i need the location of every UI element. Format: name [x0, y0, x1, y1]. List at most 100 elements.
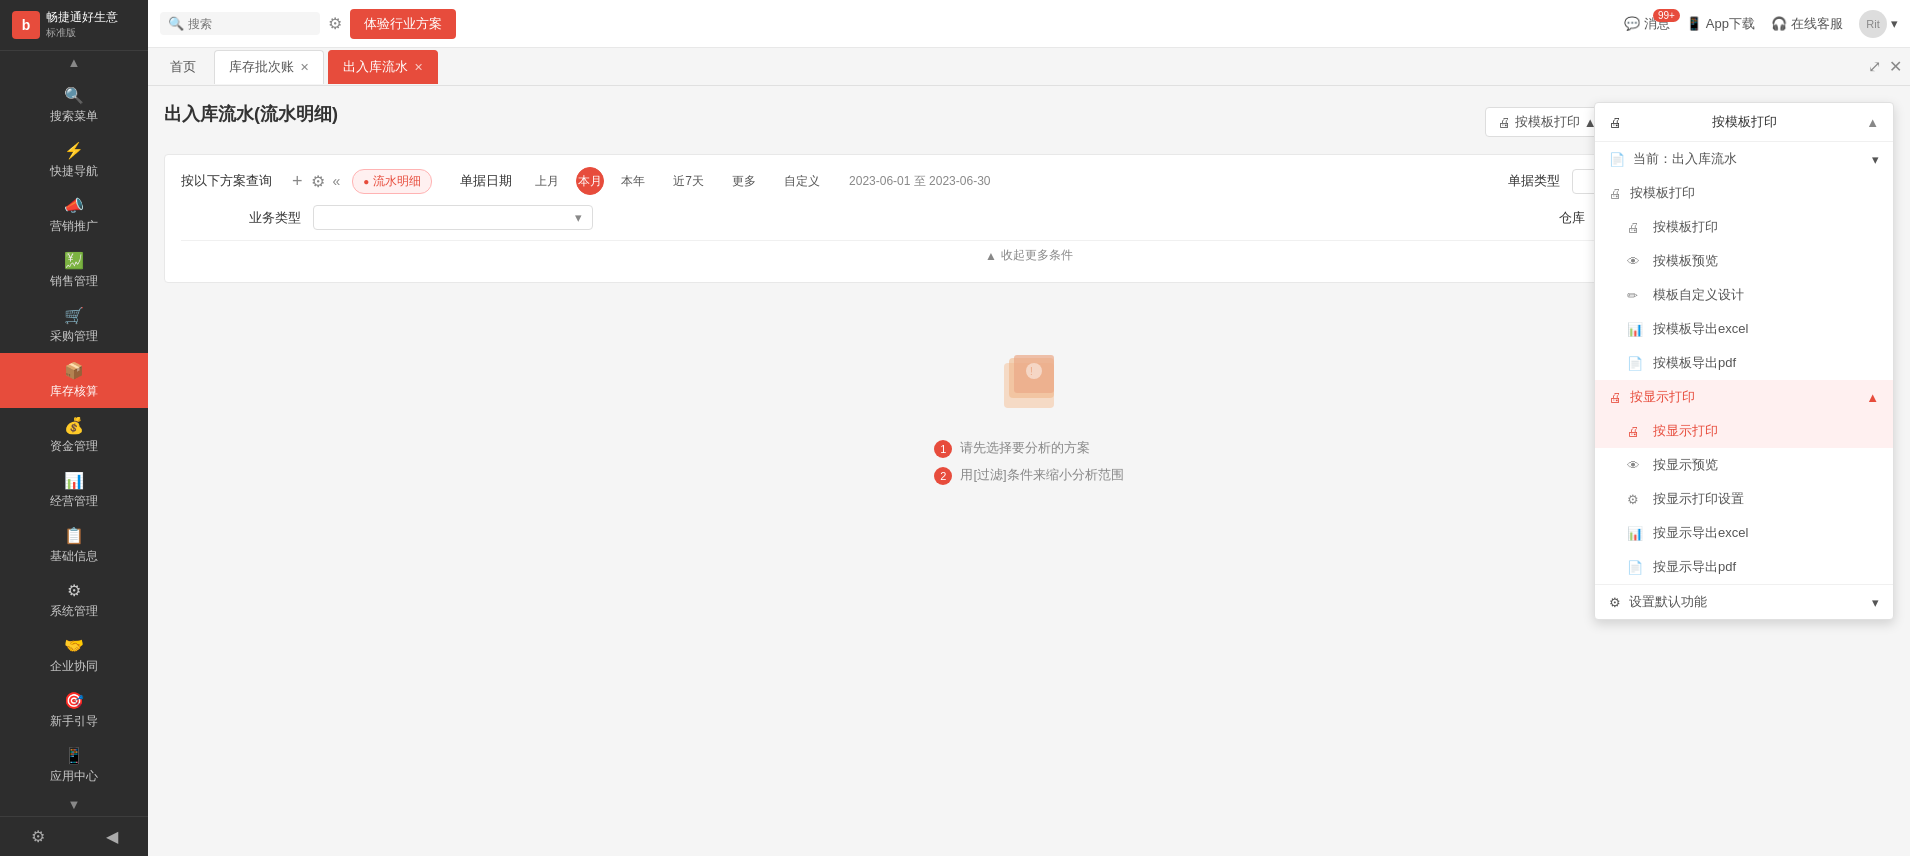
close-all-icon[interactable]: ✕: [1889, 57, 1902, 76]
search-input[interactable]: [188, 17, 312, 31]
template-section: 🖨 按模板打印 🖨 按模板打印 👁 按模板预览 ✏ 模板自定义设计: [1595, 176, 1893, 380]
template-export-excel-item[interactable]: 📊 按模板导出excel: [1595, 312, 1893, 346]
sidebar-item-label: 快捷导航: [50, 163, 98, 180]
print-icon: 🖨: [1627, 220, 1643, 235]
search-box[interactable]: 🔍: [160, 12, 320, 35]
app-download-button[interactable]: 📱 App下载: [1686, 15, 1755, 33]
template-icon: 📄: [1609, 152, 1625, 167]
display-section-header[interactable]: 🖨 按显示打印 ▲: [1595, 380, 1893, 414]
template-export-pdf-label: 按模板导出pdf: [1653, 354, 1736, 372]
sidebar-item-basic[interactable]: 📋 基础信息: [0, 518, 148, 573]
operations-icon: 📊: [64, 471, 84, 490]
finance-icon: 💰: [64, 416, 84, 435]
sidebar-item-guide[interactable]: 🎯 新手引导: [0, 683, 148, 738]
chevron-up-icon[interactable]: ▲: [1866, 115, 1879, 130]
chevron-down-icon: ▾: [1872, 595, 1879, 610]
print-template-button[interactable]: 🖨 按模板打印 ▲: [1485, 107, 1610, 137]
date-tag-more[interactable]: 更多: [721, 169, 767, 194]
pdf-icon: 📄: [1627, 560, 1643, 575]
tab-home[interactable]: 首页: [156, 50, 210, 84]
tab-flow[interactable]: 出入库流水 ✕: [328, 50, 438, 84]
date-tag-this-year[interactable]: 本年: [610, 169, 656, 194]
app-logo: b 畅捷通好生意 标准版: [0, 0, 148, 51]
topbar: 🔍 ⚙ 体验行业方案 💬 消息 99+ 📱 App下载 🎧 在线客服 Rit: [148, 0, 1910, 48]
display-export-pdf-item[interactable]: 📄 按显示导出pdf: [1595, 550, 1893, 584]
message-badge: 99+: [1653, 9, 1680, 22]
template-preview-label: 按模板预览: [1653, 252, 1718, 270]
design-icon: ✏: [1627, 288, 1643, 303]
user-name: Rit: [1866, 18, 1879, 30]
display-print-settings-item[interactable]: ⚙ 按显示打印设置: [1595, 482, 1893, 516]
user-avatar[interactable]: Rit ▾: [1859, 10, 1898, 38]
sidebar-item-label: 应用中心: [50, 768, 98, 785]
date-tag-custom[interactable]: 自定义: [773, 169, 831, 194]
message-button[interactable]: 💬 消息 99+: [1624, 15, 1670, 33]
tab-flow-close[interactable]: ✕: [414, 61, 423, 74]
display-export-excel-item[interactable]: 📊 按显示导出excel: [1595, 516, 1893, 550]
template-preview-item[interactable]: 👁 按模板预览: [1595, 244, 1893, 278]
active-filter-chip[interactable]: ● 流水明细: [352, 169, 432, 194]
sidebar-item-purchase[interactable]: 🛒 采购管理: [0, 298, 148, 353]
dropdown-footer[interactable]: ⚙ 设置默认功能 ▾: [1595, 584, 1893, 619]
filter-settings-icon[interactable]: ⚙: [311, 172, 325, 191]
excel-icon: 📊: [1627, 322, 1643, 337]
sidebar-item-finance[interactable]: 💰 资金管理: [0, 408, 148, 463]
date-tag-this-month[interactable]: 本月: [576, 167, 604, 195]
sidebar-item-inventory[interactable]: 📦 库存核算: [0, 353, 148, 408]
add-filter-button[interactable]: +: [292, 171, 303, 192]
online-service-button[interactable]: 🎧 在线客服: [1771, 15, 1843, 33]
date-tag-7days[interactable]: 近7天: [662, 169, 715, 194]
chevron-up-icon: ▲: [1866, 390, 1879, 405]
sidebar-bottom: ⚙ ◀: [0, 816, 148, 856]
tab-batch[interactable]: 库存批次账 ✕: [214, 50, 324, 84]
sidebar-item-system[interactable]: ⚙ 系统管理: [0, 573, 148, 628]
trial-button[interactable]: 体验行业方案: [350, 9, 456, 39]
sidebar-scroll-up[interactable]: ▲: [0, 51, 148, 74]
sidebar-item-operations[interactable]: 📊 经营管理: [0, 463, 148, 518]
app-version: 标准版: [46, 26, 118, 40]
template-export-pdf-item[interactable]: 📄 按模板导出pdf: [1595, 346, 1893, 380]
template-custom-design-item[interactable]: ✏ 模板自定义设计: [1595, 278, 1893, 312]
sidebar-item-sales[interactable]: 💹 销售管理: [0, 243, 148, 298]
sidebar-item-collab[interactable]: 🤝 企业协同: [0, 628, 148, 683]
template-export-excel-label: 按模板导出excel: [1653, 320, 1748, 338]
app-download-label: App下载: [1706, 15, 1755, 33]
sidebar-item-quick-nav[interactable]: ⚡ 快捷导航: [0, 133, 148, 188]
settings-icon[interactable]: ⚙: [31, 827, 45, 846]
sidebar-item-label: 采购管理: [50, 328, 98, 345]
biz-type-select[interactable]: ▾: [313, 205, 593, 230]
display-print-item[interactable]: 🖨 按显示打印: [1595, 414, 1893, 448]
sidebar-item-label: 系统管理: [50, 603, 98, 620]
sales-icon: 💹: [64, 251, 84, 270]
type-field-label: 单据类型: [1508, 172, 1560, 190]
app-name: 畅捷通好生意: [46, 10, 118, 26]
tab-home-label: 首页: [170, 58, 196, 76]
chevron-up-icon: ▲: [985, 249, 997, 263]
warehouse-label: 仓库: [1559, 209, 1585, 227]
maximize-icon[interactable]: ⤢: [1868, 57, 1881, 76]
sidebar-item-search[interactable]: 🔍 搜索菜单: [0, 78, 148, 133]
marketing-icon: 📣: [64, 196, 84, 215]
display-preview-item[interactable]: 👁 按显示预览: [1595, 448, 1893, 482]
biz-chevron-down: ▾: [575, 210, 582, 225]
chip-label: 流水明细: [373, 173, 421, 190]
filter-collapse-icon[interactable]: «: [333, 173, 341, 189]
printer-icon: 🖨: [1609, 115, 1622, 130]
collapse-icon[interactable]: ◀: [106, 827, 118, 846]
template-section-header[interactable]: 🖨 按模板打印: [1595, 176, 1893, 210]
date-tag-last-month[interactable]: 上月: [524, 169, 570, 194]
empty-step-1: 1 请先选择要分析的方案: [934, 439, 1123, 458]
content-area: 出入库流水(流水明细) 🖨 按模板打印 ▲ ↑ 导出 ↺ 刷新 ⋯ 查询: [148, 86, 1910, 856]
tab-batch-close[interactable]: ✕: [300, 61, 309, 74]
template-print-item[interactable]: 🖨 按模板打印: [1595, 210, 1893, 244]
gear-icon[interactable]: ⚙: [328, 14, 342, 33]
settings-icon: ⚙: [1627, 492, 1643, 507]
sidebar-scroll-down[interactable]: ▼: [0, 793, 148, 816]
collapse-label: 收起更多条件: [1001, 247, 1073, 264]
sidebar-item-apps[interactable]: 📱 应用中心: [0, 738, 148, 793]
sidebar-item-marketing[interactable]: 📣 营销推广: [0, 188, 148, 243]
headset-icon: 🎧: [1771, 16, 1787, 31]
step2-label: 用[过滤]条件来缩小分析范围: [960, 466, 1123, 484]
current-template-item[interactable]: 📄 当前：出入库流水 ▾: [1595, 142, 1893, 176]
preview-icon: 👁: [1627, 458, 1643, 473]
